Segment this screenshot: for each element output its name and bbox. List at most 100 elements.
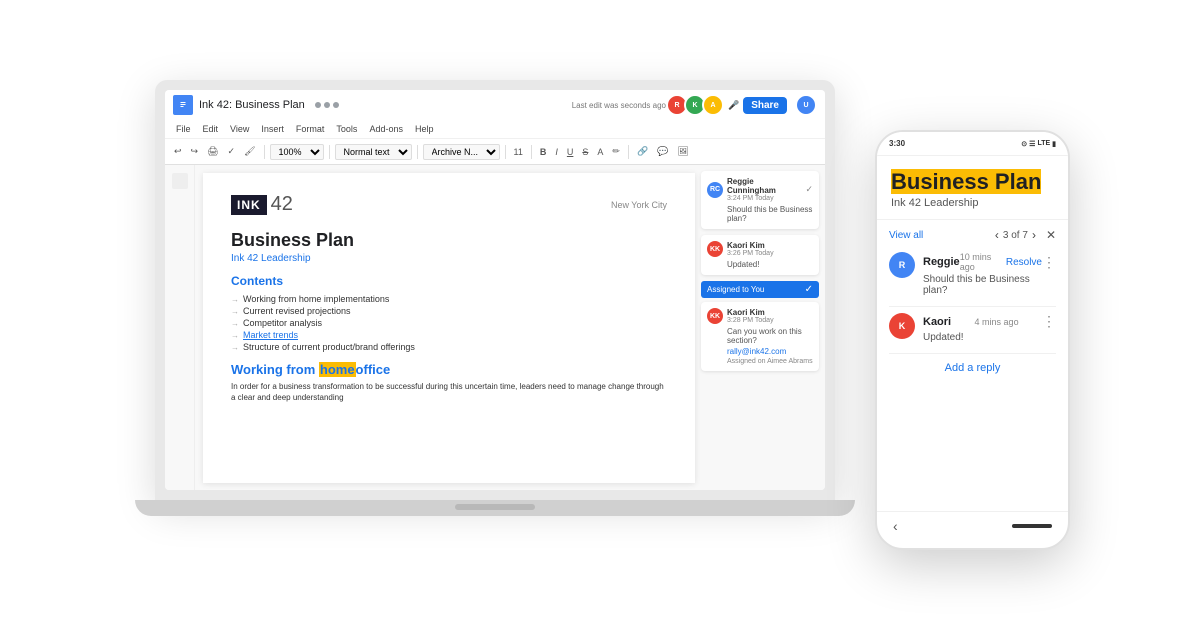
doc-title: Business Plan [231,230,667,251]
sidebar-toggle[interactable] [172,173,188,189]
home-highlight: home [319,362,356,377]
ink-logo-text: INK [231,195,267,215]
comment-2-meta: Kaori Kim 3:26 PM Today [727,241,774,257]
add-reply-button[interactable]: Add a reply [901,362,1044,374]
comment-2-time: 3:26 PM Today [727,250,774,257]
menu-format[interactable]: Format [293,123,328,135]
image-button[interactable]: 🖼 [674,145,691,158]
ink-logo-num: 42 [271,193,293,216]
comment-button[interactable]: 💬 [654,145,671,158]
font-size[interactable]: 11 [511,146,526,158]
phone-comment-1-text: Should this be Business plan? [923,274,1056,296]
menu-view[interactable]: View [227,123,252,135]
font-select[interactable]: Archive N... [423,144,500,160]
assigned-text: Can you work on this section? [727,327,813,345]
view-all-link[interactable]: View all [889,230,923,241]
menu-addons[interactable]: Add-ons [366,123,406,135]
assigned-badge: Assigned to You ✓ [701,281,819,298]
comment-1-name: Reggie Cunningham [727,177,801,195]
comment-1-time: 3:24 PM Today [727,195,801,202]
phone-comment-2-header: Kaori 4 mins ago ⋮ [923,313,1056,330]
more-button-1[interactable]: ⋮ [1042,254,1056,271]
ink-header: INK 42 New York City [231,193,667,216]
separator-6 [628,145,629,159]
phone-time: 3:30 [889,139,905,148]
assigned-avatar: KK [707,308,723,324]
toc-item-3: →Competitor analysis [231,318,667,328]
spellcheck-button[interactable]: ✓ [225,145,239,158]
separator-5 [531,145,532,159]
doc-content: INK 42 New York City Business Plan Ink 4… [165,165,825,490]
menu-help[interactable]: Help [412,123,437,135]
laptop-base [135,500,855,516]
comment-nav: ‹ 3 of 7 › ✕ [995,228,1056,242]
toc-item-2: →Current revised projections [231,306,667,316]
menu-tools[interactable]: Tools [333,123,360,135]
comment-1-meta: Reggie Cunningham 3:24 PM Today [727,177,801,202]
docs-format-bar: ↩ ↪ 🖨 ✓ 🖌 100% Normal text [165,138,825,164]
style-select[interactable]: Normal text [335,144,412,160]
assigned-label: Assigned to You [707,285,764,294]
doc-sidebar [165,165,195,490]
menu-file[interactable]: File [173,123,194,135]
phone-doc-header: Business Plan Ink 42 Leadership [877,156,1068,220]
phone-comments-section: View all ‹ 3 of 7 › ✕ R [877,220,1068,390]
docs-icon [173,95,193,115]
docs-menu-bar: File Edit View Insert Format Tools Add-o… [165,120,825,138]
comment-nav-count: 3 of 7 [1003,230,1028,241]
phone-doc-title: Business Plan [891,170,1054,194]
doc-toc: →Working from home implementations →Curr… [231,294,667,352]
phone-status-bar: 3:30 ⊙ ☰ LTE ▮ [877,132,1068,156]
phone-bottom-bar: ‹ [877,511,1068,540]
separator-1 [264,145,265,159]
separator-4 [505,145,506,159]
last-edit-text: Last edit was seconds ago [572,101,666,110]
paint-format-button[interactable]: 🖌 [241,145,258,158]
phone-comment-1: R Reggie 10 mins ago Resolve ⋮ Should th… [889,252,1056,296]
scene: Ink 42: Business Plan Last edit was seco… [0,0,1200,628]
zoom-select[interactable]: 100% [270,144,324,160]
comment-next[interactable]: › [1032,228,1036,242]
phone-comment-2: K Kaori 4 mins ago ⋮ Updated! [889,313,1056,343]
separator-2 [329,145,330,159]
resolve-button[interactable]: Resolve [1006,257,1042,268]
comment-2-name: Kaori Kim [727,241,774,250]
undo-button[interactable]: ↩ [171,145,185,158]
separator-3 [417,145,418,159]
alarm-icon: ⊙ [1021,140,1027,148]
section-title-2: Working from homeoffice [231,362,667,377]
phone-content: Business Plan Ink 42 Leadership View all… [877,156,1068,548]
comment-prev[interactable]: ‹ [995,228,999,242]
user-avatar: U [795,94,817,116]
comment-close[interactable]: ✕ [1046,228,1056,242]
strikethrough-button[interactable]: S [579,146,591,158]
underline-button[interactable]: U [564,146,577,158]
text-color-button[interactable]: A [594,146,606,158]
phone-back-arrow[interactable]: ‹ [893,518,898,534]
comment-card-assigned: KK Kaori Kim 3:28 PM Today Can you work … [701,302,819,371]
docs-title: Ink 42: Business Plan [199,99,305,111]
italic-button[interactable]: I [552,146,561,158]
comment-2-avatar: KK [707,241,723,257]
comment-1-text: Should this be Business plan? [727,205,813,223]
menu-insert[interactable]: Insert [258,123,287,135]
phone-comment-1-body: Reggie 10 mins ago Resolve ⋮ Should this… [923,252,1056,296]
assigned-check-icon: ✓ [805,284,813,295]
link-button[interactable]: 🔗 [634,145,651,158]
comment-1-avatar: RC [707,182,723,198]
toc-item-4: →Market trends [231,330,667,340]
share-button[interactable]: Share [743,97,787,114]
print-button[interactable]: 🖨 [204,145,221,158]
assigned-name: Kaori Kim [727,308,774,317]
bold-button[interactable]: B [537,146,550,158]
ink-logo: INK 42 [231,193,293,216]
comment-card-1: RC Reggie Cunningham 3:24 PM Today ✓ Sho… [701,171,819,229]
ink-location: New York City [611,200,667,210]
toc-item-1: →Working from home implementations [231,294,667,304]
redo-button[interactable]: ↪ [188,145,202,158]
highlight-button[interactable]: ✏ [609,145,623,158]
more-button-2[interactable]: ⋮ [1042,313,1056,330]
battery-icon: ▮ [1052,140,1056,148]
menu-edit[interactable]: Edit [200,123,222,135]
assigned-link: rally@ink42.com [727,347,813,356]
